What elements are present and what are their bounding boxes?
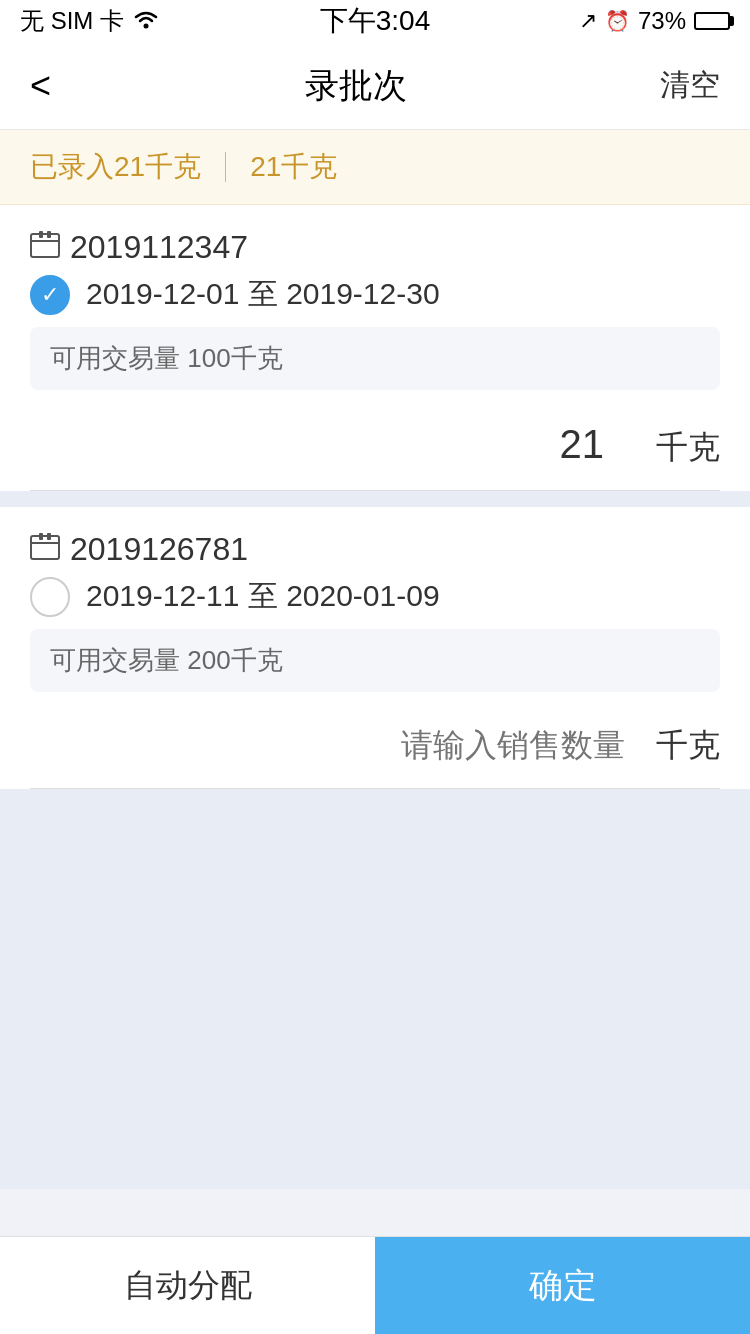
- empty-area: [0, 789, 750, 1189]
- svg-point-0: [144, 24, 149, 29]
- quantity-value-1: 21: [560, 422, 605, 467]
- quantity-row-1: 21 千克: [0, 406, 750, 490]
- batch-header-1: 2019112347: [0, 205, 750, 274]
- svg-rect-1: [31, 234, 59, 257]
- batch-date-2: 2019-12-11 至 2020-01-09: [86, 576, 440, 617]
- quantity-unit-2: 千克: [656, 724, 720, 768]
- radio-2[interactable]: [30, 577, 70, 617]
- summary-label: 已录入21千克: [30, 148, 201, 186]
- bottom-bar: 自动分配 确定: [0, 1236, 750, 1334]
- back-button[interactable]: <: [30, 65, 51, 107]
- confirm-button[interactable]: 确定: [375, 1237, 750, 1334]
- batch-date-row-2[interactable]: 2019-12-11 至 2020-01-09: [0, 576, 750, 629]
- carrier-label: 无 SIM 卡: [20, 5, 124, 37]
- radio-1[interactable]: ✓: [30, 275, 70, 315]
- batch-item-2: 2019126781 2019-12-11 至 2020-01-09 可用交易量…: [0, 507, 750, 789]
- quantity-unit-1: 千克: [656, 426, 720, 470]
- section-divider: [0, 491, 750, 507]
- svg-rect-3: [47, 231, 51, 238]
- summary-divider: [225, 152, 226, 182]
- status-left: 无 SIM 卡: [20, 5, 160, 37]
- batch-id-1: 2019112347: [70, 229, 248, 266]
- quantity-row-2[interactable]: 千克: [0, 708, 750, 788]
- batch-availability-2: 可用交易量 200千克: [30, 629, 720, 692]
- auto-distribute-button[interactable]: 自动分配: [0, 1237, 375, 1334]
- summary-value: 21千克: [250, 148, 337, 186]
- summary-banner: 已录入21千克 21千克: [0, 130, 750, 205]
- svg-rect-2: [39, 231, 43, 238]
- alarm-icon: ⏰: [605, 9, 630, 33]
- batch-icon-2: [30, 532, 60, 567]
- page-title: 录批次: [305, 63, 407, 109]
- svg-rect-6: [39, 533, 43, 540]
- svg-rect-5: [31, 536, 59, 559]
- quantity-input-2[interactable]: [30, 727, 640, 764]
- wifi-icon: [132, 7, 160, 35]
- batch-availability-1: 可用交易量 100千克: [30, 327, 720, 390]
- svg-rect-7: [47, 533, 51, 540]
- battery-percent: 73%: [638, 7, 686, 35]
- battery-icon: [694, 12, 730, 30]
- status-right: ↗ ⏰ 73%: [579, 7, 730, 35]
- nav-bar: < 录批次 清空: [0, 42, 750, 130]
- batch-icon-1: [30, 230, 60, 265]
- batch-item-1: 2019112347 ✓ 2019-12-01 至 2019-12-30 可用交…: [0, 205, 750, 491]
- main-content: 已录入21千克 21千克 2019112347 ✓: [0, 130, 750, 1334]
- clear-button[interactable]: 清空: [660, 65, 720, 106]
- batch-header-2: 2019126781: [0, 507, 750, 576]
- status-time: 下午3:04: [320, 2, 431, 40]
- status-bar: 无 SIM 卡 下午3:04 ↗ ⏰ 73%: [0, 0, 750, 42]
- location-icon: ↗: [579, 8, 597, 34]
- batch-date-row-1[interactable]: ✓ 2019-12-01 至 2019-12-30: [0, 274, 750, 327]
- check-icon-1: ✓: [41, 282, 59, 308]
- batch-date-1: 2019-12-01 至 2019-12-30: [86, 274, 440, 315]
- batch-id-2: 2019126781: [70, 531, 248, 568]
